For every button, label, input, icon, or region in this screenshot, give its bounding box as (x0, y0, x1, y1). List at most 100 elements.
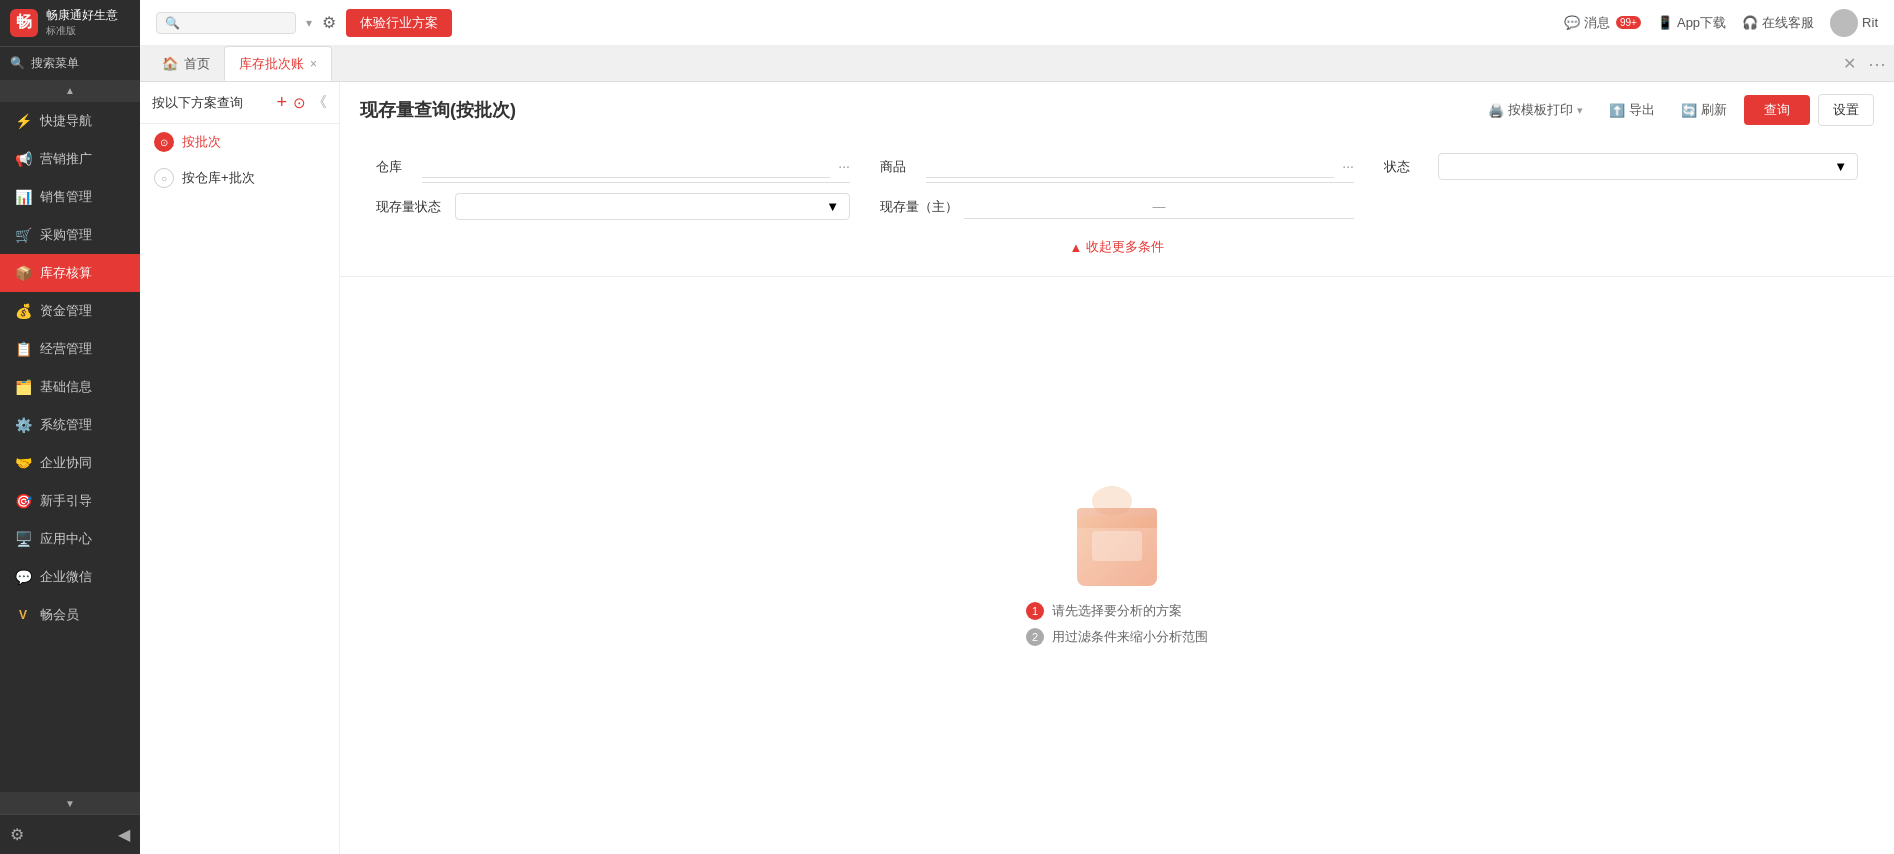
main-area: 🔍 ▾ ⚙ 体验行业方案 💬 消息 99+ 📱 App下载 🎧 在线客服 Rit (140, 0, 1894, 854)
search-input[interactable] (184, 16, 284, 30)
sidebar-item-label: 营销推广 (40, 150, 92, 168)
refresh-btn[interactable]: 🔄 刷新 (1672, 96, 1736, 124)
sidebar-header: 畅 畅康通好生意 标准版 (0, 0, 140, 47)
user-avatar (1830, 9, 1858, 37)
warehouse-more-icon[interactable]: ··· (838, 158, 850, 174)
scheme-item-batch[interactable]: ⊙ 按批次 (140, 124, 339, 160)
scheme-warehouse-batch-label: 按仓库+批次 (182, 169, 255, 187)
system-icon: ⚙️ (14, 416, 32, 434)
scheme-warehouse-batch-icon: ○ (154, 168, 174, 188)
sales-icon: 📊 (14, 188, 32, 206)
settings-icon[interactable]: ⚙ (10, 825, 24, 844)
print-btn[interactable]: 🖨️ 按模板打印 ▾ (1479, 96, 1592, 124)
sidebar-item-apps[interactable]: 🖥️ 应用中心 (0, 520, 140, 558)
hint-number-2: 2 (1026, 628, 1044, 646)
sidebar-item-label: 系统管理 (40, 416, 92, 434)
filter-warehouse: 仓库 ··· (376, 150, 850, 183)
app-title: 畅康通好生意 (46, 8, 118, 24)
sidebar-footer: ⚙ ◀ (0, 814, 140, 854)
filter-section: 仓库 ··· 商品 ··· (360, 138, 1874, 276)
content-area: 按以下方案查询 + ⊙ 《 ⊙ 按批次 ○ 按仓库+批次 现存量查 (140, 82, 1894, 854)
product-input[interactable] (926, 154, 1334, 178)
purchase-icon: 🛒 (14, 226, 32, 244)
tabbar-expand-icon[interactable]: ⋯ (1868, 53, 1886, 75)
page-title-row: 现存量查询(按批次) 🖨️ 按模板打印 ▾ ⬆️ 导出 🔄 (360, 94, 1874, 126)
hint-number-1: 1 (1026, 602, 1044, 620)
app-download-btn[interactable]: 📱 App下载 (1657, 14, 1726, 32)
newbie-icon: 🎯 (14, 492, 32, 510)
print-chevron-icon[interactable]: ▾ (1577, 104, 1583, 117)
user-menu[interactable]: Rit (1830, 9, 1878, 37)
tab-home-label: 首页 (184, 55, 210, 73)
topbar-search-box[interactable]: 🔍 (156, 12, 296, 34)
sidebar-item-finance[interactable]: 💰 资金管理 (0, 292, 140, 330)
tab-active-label: 库存批次账 (239, 55, 304, 73)
sidebar-item-shortcuts[interactable]: ⚡ 快捷导航 (0, 102, 140, 140)
print-icon: 🖨️ (1488, 103, 1504, 118)
filter-row-1: 仓库 ··· 商品 ··· (376, 150, 1858, 183)
marketing-icon: 📢 (14, 150, 32, 168)
sidebar-item-vip[interactable]: V 畅会员 (0, 596, 140, 634)
scheme-settings-icon[interactable]: ⊙ (293, 94, 306, 112)
left-panel-header-actions: + ⊙ 《 (276, 92, 327, 113)
left-panel-title: 按以下方案查询 (152, 94, 243, 112)
tab-inventory-batch[interactable]: 库存批次账 × (224, 46, 332, 81)
home-icon: 🏠 (162, 56, 178, 71)
sidebar-item-sales[interactable]: 📊 销售管理 (0, 178, 140, 216)
search-label: 搜索菜单 (31, 55, 79, 72)
collapse-left-panel-icon[interactable]: 《 (312, 93, 327, 112)
app-download-label: App下载 (1677, 14, 1726, 32)
scheme-batch-label: 按批次 (182, 133, 221, 151)
sidebar-item-operation[interactable]: 📋 经营管理 (0, 330, 140, 368)
vip-icon: V (14, 606, 32, 624)
add-scheme-btn[interactable]: + (276, 92, 287, 113)
sidebar-item-enterprise[interactable]: 🤝 企业协同 (0, 444, 140, 482)
sidebar-scroll-up[interactable]: ▲ (0, 80, 140, 102)
query-btn[interactable]: 查询 (1744, 95, 1810, 125)
sidebar-item-inventory[interactable]: 📦 库存核算 (0, 254, 140, 292)
tabbar-close-btn[interactable]: ✕ (1835, 54, 1864, 73)
sidebar-item-label: 新手引导 (40, 492, 92, 510)
topbar-chevron-icon[interactable]: ▾ (306, 16, 312, 30)
empty-hint-2: 2 用过滤条件来缩小分析范围 (1026, 628, 1208, 646)
tab-close-icon[interactable]: × (310, 57, 317, 71)
collapse-sidebar-icon[interactable]: ◀ (118, 825, 130, 844)
collapse-filter-btn[interactable]: ▲ 收起更多条件 (376, 230, 1858, 264)
app-info: 畅康通好生意 标准版 (46, 8, 118, 38)
sidebar-scroll-down[interactable]: ▼ (0, 792, 140, 814)
online-service-btn[interactable]: 🎧 在线客服 (1742, 14, 1814, 32)
sidebar-item-marketing[interactable]: 📢 营销推广 (0, 140, 140, 178)
empty-hint-1: 1 请先选择要分析的方案 (1026, 602, 1208, 620)
inventory-status-select[interactable]: ▼ (455, 193, 850, 220)
sidebar-item-wechat[interactable]: 💬 企业微信 (0, 558, 140, 596)
filter-product: 商品 ··· (880, 150, 1354, 183)
sidebar-item-label: 销售管理 (40, 188, 92, 206)
scheme-item-warehouse-batch[interactable]: ○ 按仓库+批次 (140, 160, 339, 196)
sidebar-item-purchase[interactable]: 🛒 采购管理 (0, 216, 140, 254)
sidebar-item-newbie[interactable]: 🎯 新手引导 (0, 482, 140, 520)
trial-btn[interactable]: 体验行业方案 (346, 9, 452, 37)
page-title: 现存量查询(按批次) (360, 98, 516, 122)
empty-state: 1 请先选择要分析的方案 2 用过滤条件来缩小分析范围 (340, 277, 1894, 854)
page-header: 现存量查询(按批次) 🖨️ 按模板打印 ▾ ⬆️ 导出 🔄 (340, 82, 1894, 277)
sidebar-nav: ⚡ 快捷导航 📢 营销推广 📊 销售管理 🛒 采购管理 📦 库存核算 💰 资金管… (0, 102, 140, 792)
message-btn[interactable]: 💬 消息 99+ (1564, 14, 1641, 32)
search-icon: 🔍 (165, 16, 180, 30)
product-more-icon[interactable]: ··· (1342, 158, 1354, 174)
sidebar-item-basic[interactable]: 🗂️ 基础信息 (0, 368, 140, 406)
topbar-gear-icon[interactable]: ⚙ (322, 13, 336, 32)
tabbar: 🏠 首页 库存批次账 × ✕ ⋯ (140, 46, 1894, 82)
sidebar-item-label: 快捷导航 (40, 112, 92, 130)
sidebar-search[interactable]: 🔍 搜索菜单 (0, 47, 140, 80)
status-select[interactable]: ▼ (1438, 153, 1858, 180)
warehouse-input[interactable] (422, 154, 830, 178)
filter-inventory-status: 现存量状态 ▼ (376, 193, 850, 220)
sidebar-item-label: 应用中心 (40, 530, 92, 548)
tab-home[interactable]: 🏠 首页 (148, 46, 224, 81)
settings-btn[interactable]: 设置 (1818, 94, 1874, 126)
sidebar-item-system[interactable]: ⚙️ 系统管理 (0, 406, 140, 444)
export-btn[interactable]: ⬆️ 导出 (1600, 96, 1664, 124)
empty-box (1077, 516, 1157, 586)
left-panel: 按以下方案查询 + ⊙ 《 ⊙ 按批次 ○ 按仓库+批次 (140, 82, 340, 854)
basic-icon: 🗂️ (14, 378, 32, 396)
